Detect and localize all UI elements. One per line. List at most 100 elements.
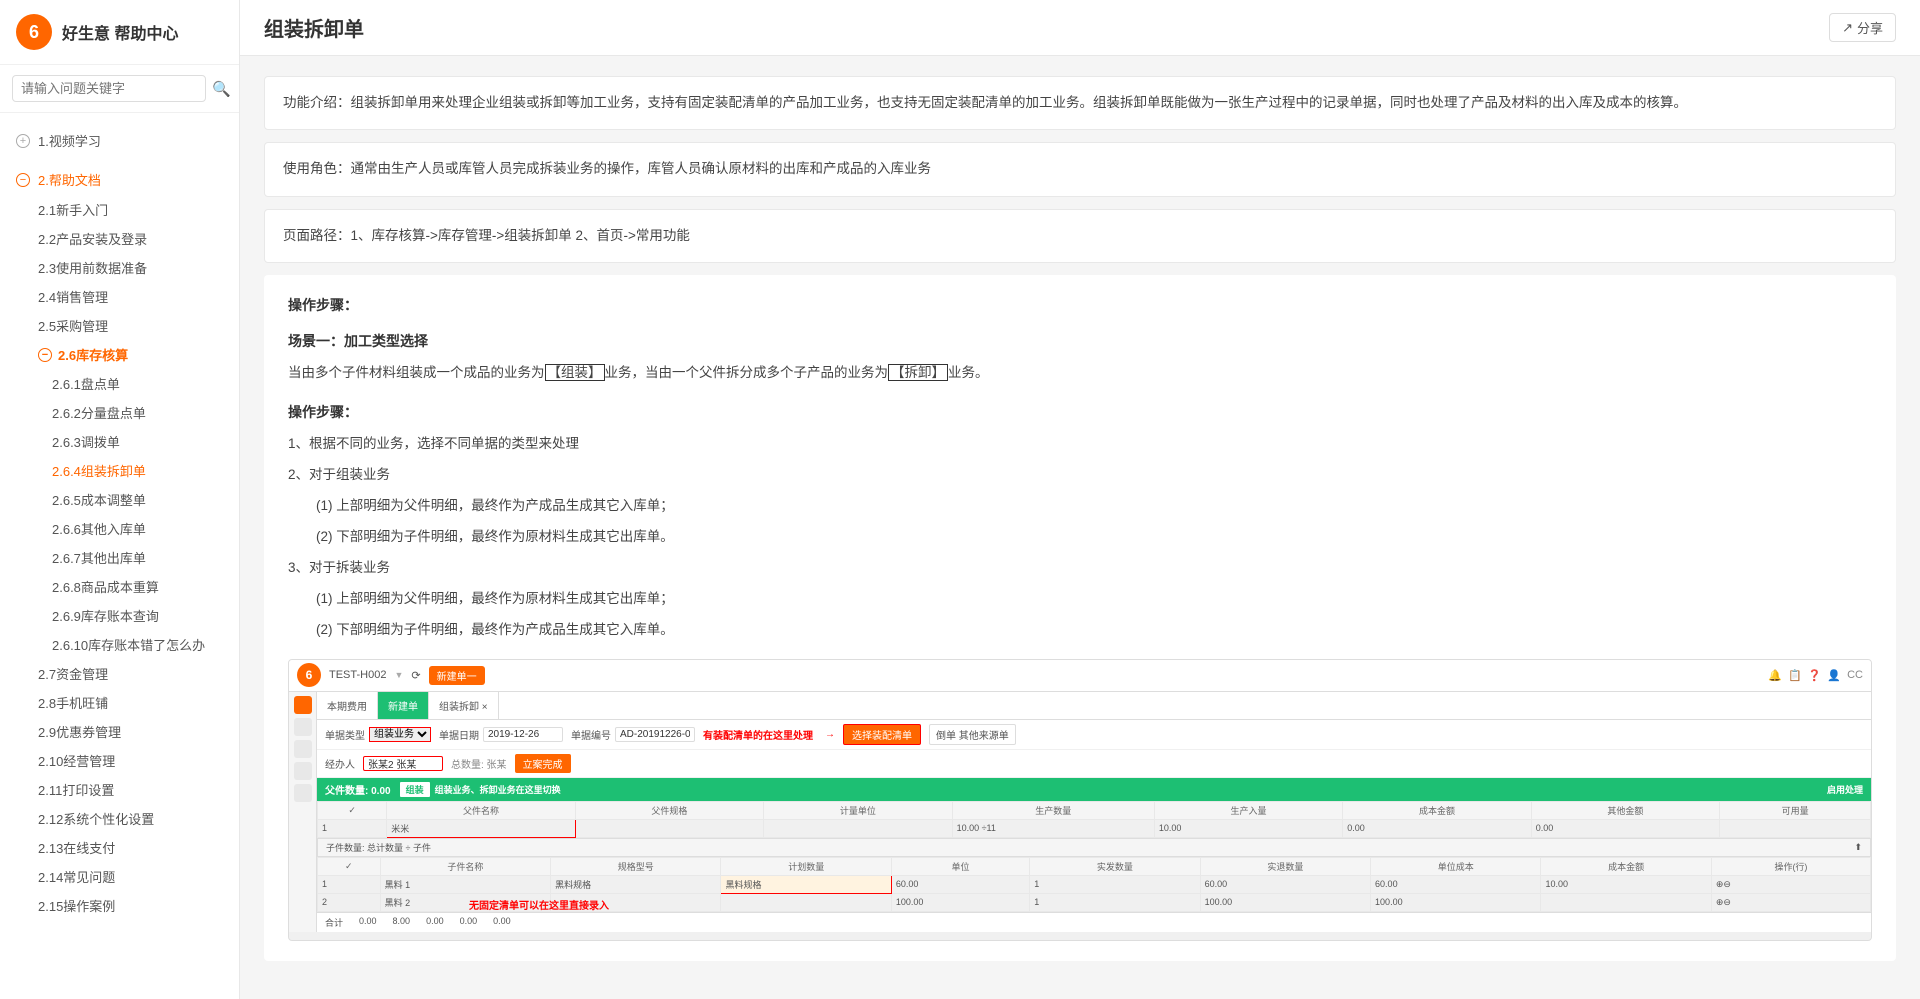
sidebar-item-faq[interactable]: 2.14常见问题 (0, 862, 239, 891)
sidebar-item-cost-recalc[interactable]: 2.6.8商品成本重算 (0, 572, 239, 601)
step-2: 2、对于组装业务 (288, 461, 1872, 488)
sim-bcol-spec: 规格型号 (551, 857, 721, 875)
sim-left-sidebar (289, 692, 317, 932)
sidebar-item-prepare[interactable]: 2.3使用前数据准备 (0, 253, 239, 282)
sim-form-row-2: 经办人 总数量: 张某 立案完成 (317, 750, 1871, 778)
sidebar-item-adjust[interactable]: 2.6.3调拨单 (0, 427, 239, 456)
sim-type-badge[interactable]: 组装 (399, 781, 431, 798)
sidebar-item-new-user[interactable]: 2.1新手入门 (0, 195, 239, 224)
sim-section-header: 父件数量: 0.00 组装 组装业务、拆卸业务在这里切换 启用处理 (317, 778, 1871, 801)
sidebar-item-purchase[interactable]: 2.5采购管理 (0, 311, 239, 340)
sim-cell-spec (575, 819, 763, 837)
sim-cell-cost: 0.00 (1343, 819, 1531, 837)
sim-tab-cost[interactable]: 本期费用 (317, 692, 378, 719)
sidebar-item-other-out[interactable]: 2.6.7其他出库单 (0, 543, 239, 572)
sim-brow-spec: 黑料规格 (551, 875, 721, 893)
sidebar-item-cases[interactable]: 2.15操作案例 (0, 891, 239, 920)
sim-brow2-cost (1541, 893, 1711, 911)
sim-col-parent-name: 父件名称 (387, 801, 575, 819)
sidebar-item-system[interactable]: 2.12系统个性化设置 (0, 804, 239, 833)
sim-new-btn[interactable]: 新建单一 (429, 666, 485, 685)
sim-sidebar-icon-5 (294, 784, 312, 802)
sim-doc-type-field: 单据类型 组装业务 拆卸业务 (325, 727, 431, 742)
scenario-1-title: 场景一：加工类型选择 (288, 331, 1872, 351)
sim-cell-row: 1 (318, 819, 387, 837)
sim-brow2-check: 2 (318, 893, 381, 911)
sim-brow-ucost: 60.00 (1371, 875, 1541, 893)
sidebar-item-stock-query[interactable]: 2.6.9库存账本查询 (0, 601, 239, 630)
table-row: 1 黑料 1 黑料规格 黑料规格 60.00 1 60.00 60.00 (318, 875, 1871, 893)
sim-total-2: 8.00 (393, 916, 411, 929)
sim-sidebar-icon-1 (294, 696, 312, 714)
sidebar-item-cost-adjust[interactable]: 2.6.5成本调整单 (0, 485, 239, 514)
sim-cell-prod-qty: 10.00 ÷11 (952, 819, 1154, 837)
sidebar-item-sales[interactable]: 2.4销售管理 (0, 282, 239, 311)
sidebar-item-stocktake[interactable]: 2.6.1盘点单 (0, 369, 239, 398)
sim-complete-btn[interactable]: 立案完成 (515, 754, 571, 773)
sim-tab-new[interactable]: 新建单 (378, 692, 429, 719)
sim-bom-btn[interactable]: 选择装配清单 (843, 724, 921, 745)
sidebar-item-stock-err[interactable]: 2.6.10库存账本错了怎么办 (0, 630, 239, 659)
search-icon[interactable]: 🔍 (212, 80, 231, 98)
sim-brow-cost: 10.00 (1541, 875, 1711, 893)
page-path-block: 页面路径：1、库存核算->库存管理->组装拆卸单 2、首页->常用功能 (264, 209, 1896, 263)
sim-sidebar-icon-3 (294, 740, 312, 758)
step-2-2: (2) 下部明细为子件明细，最终作为原材料生成其它出库单。 (316, 523, 1872, 550)
sim-operator-input[interactable] (363, 756, 443, 771)
logo-text: 好生意 帮助中心 (62, 20, 178, 44)
sidebar-item-partial-stocktake[interactable]: 2.6.2分量盘点单 (0, 398, 239, 427)
sidebar-item-assembly[interactable]: 2.6.4组装拆卸单 (0, 456, 239, 485)
sidebar-item-finance[interactable]: 2.7资金管理 (0, 659, 239, 688)
nav-list: + 1.视频学习 − 2.帮助文档 2.1新手入门 2.2产品安装及登录 2.3… (0, 113, 239, 999)
step-3-1: (1) 上部明细为父件明细，最终作为原材料生成其它出库单； (316, 585, 1872, 612)
func-intro-block: 功能介绍：组装拆卸单用来处理企业组装或拆卸等加工业务，支持有固定装配清单的产品加… (264, 76, 1896, 130)
sim-refresh-icon: ⟳ (411, 669, 420, 682)
sim-sidebar-icon-4 (294, 762, 312, 780)
step-3-2: (2) 下部明细为子件明细，最终作为产成品生成其它入库单。 (316, 616, 1872, 643)
sidebar: 6 好生意 帮助中心 🔍 + 1.视频学习 − 2.帮助文档 2.1新手入门 2… (0, 0, 240, 999)
share-button[interactable]: ↗ 分享 (1829, 13, 1896, 42)
sim-top-table-wrapper: ✓ 父件名称 父件规格 计量单位 生产数量 生产入量 成本金额 其他金额 (317, 801, 1871, 838)
sidebar-item-install[interactable]: 2.2产品安装及登录 (0, 224, 239, 253)
sim-total-4: 0.00 (460, 916, 478, 929)
sim-brow-ops: ⊕⊖ (1711, 875, 1870, 893)
sim-cell-avail (1720, 819, 1871, 837)
sim-total-5: 0.00 (493, 916, 511, 929)
sidebar-item-label: 1.视频学习 (38, 131, 101, 150)
search-input[interactable] (12, 75, 206, 102)
sim-cell-unit (764, 819, 952, 837)
sim-qty-label: 总数量: 张某 (451, 756, 507, 771)
share-icon: ↗ (1842, 20, 1853, 36)
sidebar-item-online-pay[interactable]: 2.13在线支付 (0, 833, 239, 862)
sidebar-item-other-in[interactable]: 2.6.6其他入库单 (0, 514, 239, 543)
sidebar-item-inventory[interactable]: − 2.6库存核算 (0, 340, 239, 369)
sim-col-check: ✓ (318, 801, 387, 819)
sim-totals-row: 合计 0.00 8.00 0.00 0.00 0.00 (317, 912, 1871, 932)
sidebar-item-coupon[interactable]: 2.9优惠券管理 (0, 717, 239, 746)
sim-date-input[interactable] (483, 727, 563, 742)
sidebar-item-operations[interactable]: 2.10经营管理 (0, 746, 239, 775)
minus-icon: − (16, 173, 30, 187)
sim-tabs: 本期费用 新建单 组装拆卸 × (317, 692, 1871, 720)
step-3: 3、对于拆装业务 (288, 554, 1872, 581)
sim-brow-return: 60.00 (1200, 875, 1370, 893)
sim-help-icon: ❓ (1808, 669, 1822, 682)
sim-bcol-unit: 单位 (891, 857, 1029, 875)
sidebar-item-video[interactable]: + 1.视频学习 (0, 125, 239, 156)
sim-cell-other: 0.00 (1531, 819, 1719, 837)
sim-topbar-icons: 🔔 📋 ❓ 👤 CC (1768, 669, 1863, 682)
sim-tab-assembly[interactable]: 组装拆卸 × (429, 692, 499, 719)
sim-cc-label: CC (1847, 669, 1863, 682)
sim-action-btn[interactable]: 倒单 其他来源单 (929, 724, 1016, 745)
main-content: 组装拆卸单 ↗ 分享 功能介绍：组装拆卸单用来处理企业组装或拆卸等加工业务，支持… (240, 0, 1920, 999)
sidebar-item-help-docs[interactable]: − 2.帮助文档 (0, 164, 239, 195)
sim-arrow-right: → (825, 729, 835, 740)
sidebar-item-print[interactable]: 2.11打印设置 (0, 775, 239, 804)
sidebar-item-mobile[interactable]: 2.8手机旺铺 (0, 688, 239, 717)
page-path-text: 页面路径：1、库存核算->库存管理->组装拆卸单 2、首页->常用功能 (283, 228, 690, 243)
sim-bcol-unit-cost: 单位成本 (1371, 857, 1541, 875)
sim-main: 本期费用 新建单 组装拆卸 × 单据类型 组装 (317, 692, 1871, 932)
sim-doc-type-select[interactable]: 组装业务 拆卸业务 (369, 727, 431, 742)
sim-doc-num-input[interactable] (615, 727, 695, 742)
sim-brow2-return: 100.00 (1200, 893, 1370, 911)
